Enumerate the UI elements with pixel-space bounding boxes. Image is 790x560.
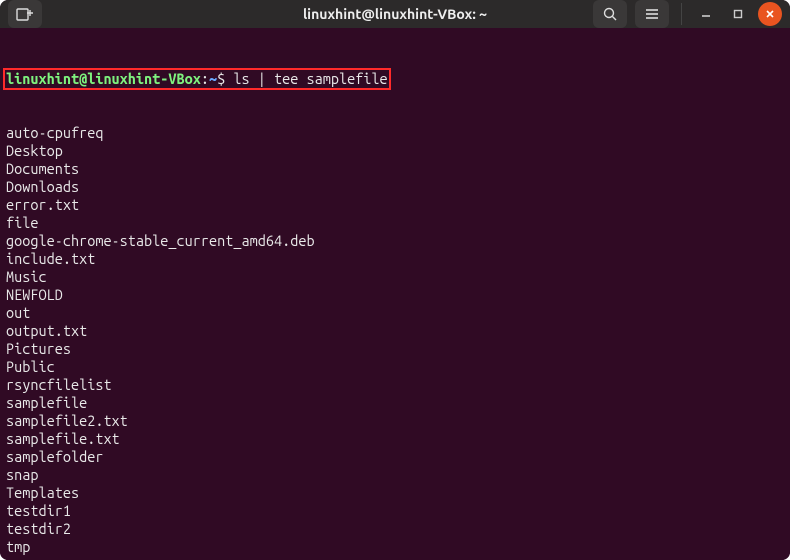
output-line: var: [6, 556, 784, 560]
output-line: tmp: [6, 538, 784, 556]
output-line: Documents: [6, 160, 784, 178]
titlebar: linuxhint@linuxhint-VBox: ~: [0, 0, 790, 28]
output-line: rsyncfilelist: [6, 376, 784, 394]
command-text: ls | tee samplefile: [233, 70, 387, 87]
prompt-path: ~: [209, 70, 217, 87]
titlebar-separator: [681, 3, 682, 25]
prompt-userhost: linuxhint@linuxhint-VBox: [6, 70, 201, 87]
output-line: Downloads: [6, 178, 784, 196]
output-line: Desktop: [6, 142, 784, 160]
prompt-line-1: linuxhint@linuxhint-VBox:~$ ls | tee sam…: [6, 70, 784, 88]
output-line: samplefolder: [6, 448, 784, 466]
terminal-body[interactable]: linuxhint@linuxhint-VBox:~$ ls | tee sam…: [0, 28, 790, 560]
search-icon: [602, 6, 618, 22]
search-button[interactable]: [593, 0, 627, 28]
prompt-sep: :: [201, 70, 209, 87]
output-line: samplefile.txt: [6, 430, 784, 448]
close-icon: [764, 8, 776, 20]
output-line: snap: [6, 466, 784, 484]
output-line: Pictures: [6, 340, 784, 358]
menu-button[interactable]: [635, 0, 669, 28]
output-line: output.txt: [6, 322, 784, 340]
minimize-button[interactable]: [694, 2, 718, 26]
maximize-icon: [732, 8, 744, 20]
hamburger-icon: [644, 6, 660, 22]
output-line: error.txt: [6, 196, 784, 214]
output-line: auto-cpufreq: [6, 124, 784, 142]
output-line: testdir1: [6, 502, 784, 520]
terminal-window: linuxhint@linuxhint-VBox: ~: [0, 0, 790, 560]
prompt-symbol: $: [217, 70, 225, 87]
output-line: out: [6, 304, 784, 322]
new-tab-button[interactable]: [8, 0, 42, 28]
output-line: samplefile2.txt: [6, 412, 784, 430]
maximize-button[interactable]: [726, 2, 750, 26]
output-line: NEWFOLD: [6, 286, 784, 304]
output-line: google-chrome-stable_current_amd64.deb: [6, 232, 784, 250]
output-line: include.txt: [6, 250, 784, 268]
output-line: Music: [6, 268, 784, 286]
minimize-icon: [700, 8, 712, 20]
close-button[interactable]: [758, 2, 782, 26]
output-line: testdir2: [6, 520, 784, 538]
output-line: file: [6, 214, 784, 232]
new-tab-icon: [16, 6, 34, 22]
titlebar-left: [8, 0, 42, 28]
titlebar-right: [593, 0, 782, 28]
output-line: samplefile: [6, 394, 784, 412]
output-line: Public: [6, 358, 784, 376]
window-title: linuxhint@linuxhint-VBox: ~: [303, 6, 487, 22]
output-line: Templates: [6, 484, 784, 502]
command-output: auto-cpufreqDesktopDocumentsDownloadserr…: [6, 124, 784, 560]
command-highlight: linuxhint@linuxhint-VBox:~$ ls | tee sam…: [3, 68, 391, 90]
